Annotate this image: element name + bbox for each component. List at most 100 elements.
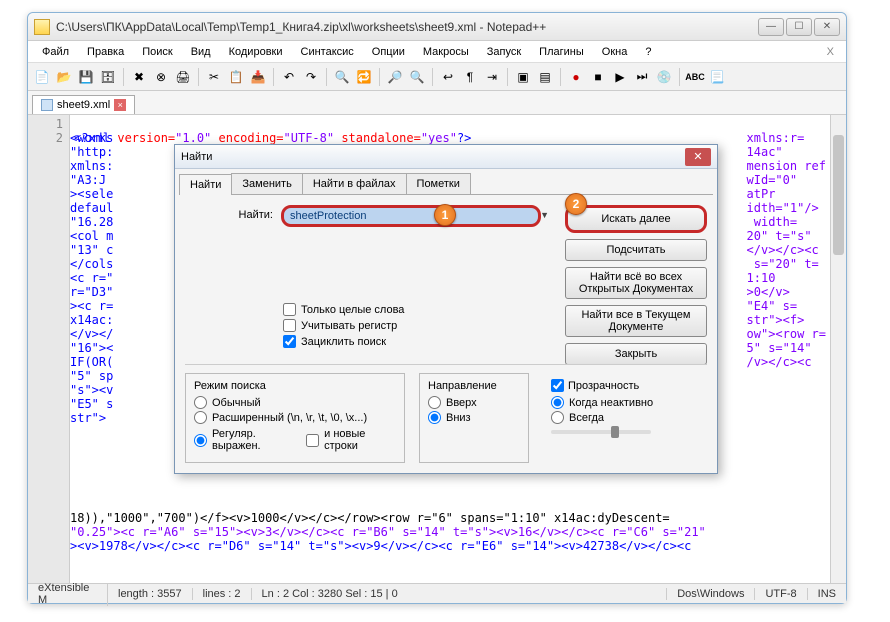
closeall-icon[interactable]: ⊗ <box>151 67 171 87</box>
direction-legend: Направление <box>428 380 520 392</box>
status-lines: lines : 2 <box>193 588 252 600</box>
file-tab[interactable]: sheet9.xml × <box>32 95 135 114</box>
status-length: length : 3557 <box>108 588 193 600</box>
dialog-close-button[interactable]: ✕ <box>685 148 711 166</box>
trans-always[interactable]: Всегда <box>551 411 699 424</box>
doc-icon[interactable]: 📃 <box>707 67 727 87</box>
menu-encoding[interactable]: Кодировки <box>221 44 291 60</box>
find-next-button[interactable]: Искать далее <box>565 205 707 233</box>
wordwrap-icon[interactable]: ↩ <box>438 67 458 87</box>
menu-options[interactable]: Опции <box>364 44 413 60</box>
play-icon[interactable]: ▶ <box>610 67 630 87</box>
annotation-badge-1: 1 <box>434 204 456 226</box>
close-button[interactable]: ✕ <box>814 18 840 36</box>
unfold-icon[interactable]: ▤ <box>535 67 555 87</box>
zoomin-icon[interactable]: 🔎 <box>385 67 405 87</box>
dialog-tabs: Найти Заменить Найти в файлах Пометки <box>179 173 713 195</box>
abc-icon[interactable]: ABC <box>685 67 705 87</box>
close-icon[interactable]: ✖ <box>129 67 149 87</box>
newlines-check[interactable]: и новые строки <box>306 428 396 452</box>
saveall-icon[interactable]: 🗄 <box>98 67 118 87</box>
wrap-check[interactable]: Зациклить поиск <box>283 335 404 348</box>
menu-view[interactable]: Вид <box>183 44 219 60</box>
print-icon[interactable]: 🖨 <box>173 67 193 87</box>
code-left-fragment: <works "http: xmlns: "A3:J ><sele defaul… <box>70 131 113 425</box>
showchars-icon[interactable]: ¶ <box>460 67 480 87</box>
dir-down[interactable]: Вниз <box>428 411 520 424</box>
undo-icon[interactable]: ↶ <box>279 67 299 87</box>
copy-icon[interactable]: 📋 <box>226 67 246 87</box>
code-right-fragment: xmlns:r= 14ac" mension ref wId="0" atPr … <box>747 131 826 369</box>
tab-find[interactable]: Найти <box>179 174 232 195</box>
toolbar: 📄 📂 💾 🗄 ✖ ⊗ 🖨 ✂ 📋 📥 ↶ ↷ 🔍 🔁 🔎 🔍 ↩ ¶ ⇥ ▣ … <box>28 63 846 91</box>
savemacro-icon[interactable]: 💿 <box>654 67 674 87</box>
maximize-button[interactable]: ☐ <box>786 18 812 36</box>
menu-bar: Файл Правка Поиск Вид Кодировки Синтакси… <box>28 41 846 63</box>
scrollbar-thumb[interactable] <box>833 135 844 255</box>
status-mode: INS <box>808 588 846 600</box>
count-button[interactable]: Подсчитать <box>565 239 707 261</box>
find-all-open-button[interactable]: Найти всё во всех Открытых Документах <box>565 267 707 299</box>
title-bar: C:\Users\ПК\AppData\Local\Temp\Temp1_Кни… <box>28 13 846 41</box>
status-pos: Ln : 2 Col : 3280 Sel : 15 | 0 <box>252 588 668 600</box>
mode-legend: Режим поиска <box>194 380 396 392</box>
code-bottom: 18)),"1000","700")</f><v>1000</v></c></r… <box>70 511 706 553</box>
annotation-badge-2: 2 <box>565 193 587 215</box>
menu-edit[interactable]: Правка <box>79 44 132 60</box>
slider-thumb[interactable] <box>611 426 619 438</box>
file-tab-icon <box>41 99 53 111</box>
menu-windows[interactable]: Окна <box>594 44 636 60</box>
open-icon[interactable]: 📂 <box>54 67 74 87</box>
record-icon[interactable]: ● <box>566 67 586 87</box>
playmulti-icon[interactable]: ⏭ <box>632 67 652 87</box>
new-icon[interactable]: 📄 <box>32 67 52 87</box>
trans-inactive[interactable]: Когда неактивно <box>551 396 699 409</box>
direction-group: Направление Вверх Вниз <box>419 373 529 463</box>
vertical-scrollbar[interactable] <box>830 115 846 583</box>
status-type: eXtensible M <box>28 582 108 606</box>
find-icon[interactable]: 🔍 <box>332 67 352 87</box>
dropdown-icon[interactable]: ▼ <box>540 210 549 220</box>
mode-extended[interactable]: Расширенный (\n, \r, \t, \0, \x...) <box>194 411 396 424</box>
menu-file[interactable]: Файл <box>34 44 77 60</box>
menu-macros[interactable]: Макросы <box>415 44 477 60</box>
redo-icon[interactable]: ↷ <box>301 67 321 87</box>
menu-syntax[interactable]: Синтаксис <box>293 44 362 60</box>
menu-run[interactable]: Запуск <box>479 44 529 60</box>
minimize-button[interactable]: — <box>758 18 784 36</box>
replace-icon[interactable]: 🔁 <box>354 67 374 87</box>
indent-icon[interactable]: ⇥ <box>482 67 502 87</box>
find-input[interactable] <box>281 205 541 227</box>
dialog-title-bar[interactable]: Найти ✕ <box>175 145 717 169</box>
menu-plugins[interactable]: Плагины <box>531 44 592 60</box>
save-icon[interactable]: 💾 <box>76 67 96 87</box>
tab-replace[interactable]: Заменить <box>231 173 302 194</box>
tab-find-in-files[interactable]: Найти в файлах <box>302 173 407 194</box>
menu-help[interactable]: ? <box>637 44 659 60</box>
dialog-title: Найти <box>181 151 685 163</box>
fold-icon[interactable]: ▣ <box>513 67 533 87</box>
status-enc: UTF-8 <box>755 588 807 600</box>
dir-up[interactable]: Вверх <box>428 396 520 409</box>
search-mode-group: Режим поиска Обычный Расширенный (\n, \r… <box>185 373 405 463</box>
find-all-current-button[interactable]: Найти все в Текущем Документе <box>565 305 707 337</box>
menu-close-x[interactable]: X <box>821 44 840 60</box>
transparency-group: Прозрачность Когда неактивно Всегда <box>543 373 707 463</box>
mode-normal[interactable]: Обычный <box>194 396 396 409</box>
tab-close-icon[interactable]: × <box>114 99 126 111</box>
whole-words-check[interactable]: Только целые слова <box>283 303 404 316</box>
match-case-check[interactable]: Учитывать регистр <box>283 319 404 332</box>
status-bar: eXtensible M length : 3557 lines : 2 Ln … <box>28 583 846 603</box>
cut-icon[interactable]: ✂ <box>204 67 224 87</box>
menu-search[interactable]: Поиск <box>134 44 180 60</box>
mode-regex[interactable]: Регуляр. выражен. <box>194 428 300 452</box>
close-dialog-button[interactable]: Закрыть <box>565 343 707 365</box>
tab-marks[interactable]: Пометки <box>406 173 471 194</box>
zoomout-icon[interactable]: 🔍 <box>407 67 427 87</box>
find-label: Найти: <box>185 205 273 221</box>
stop-icon[interactable]: ■ <box>588 67 608 87</box>
paste-icon[interactable]: 📥 <box>248 67 268 87</box>
transparency-check[interactable]: Прозрачность <box>551 379 699 392</box>
window-title: C:\Users\ПК\AppData\Local\Temp\Temp1_Кни… <box>56 20 758 34</box>
transparency-slider[interactable] <box>551 430 651 434</box>
